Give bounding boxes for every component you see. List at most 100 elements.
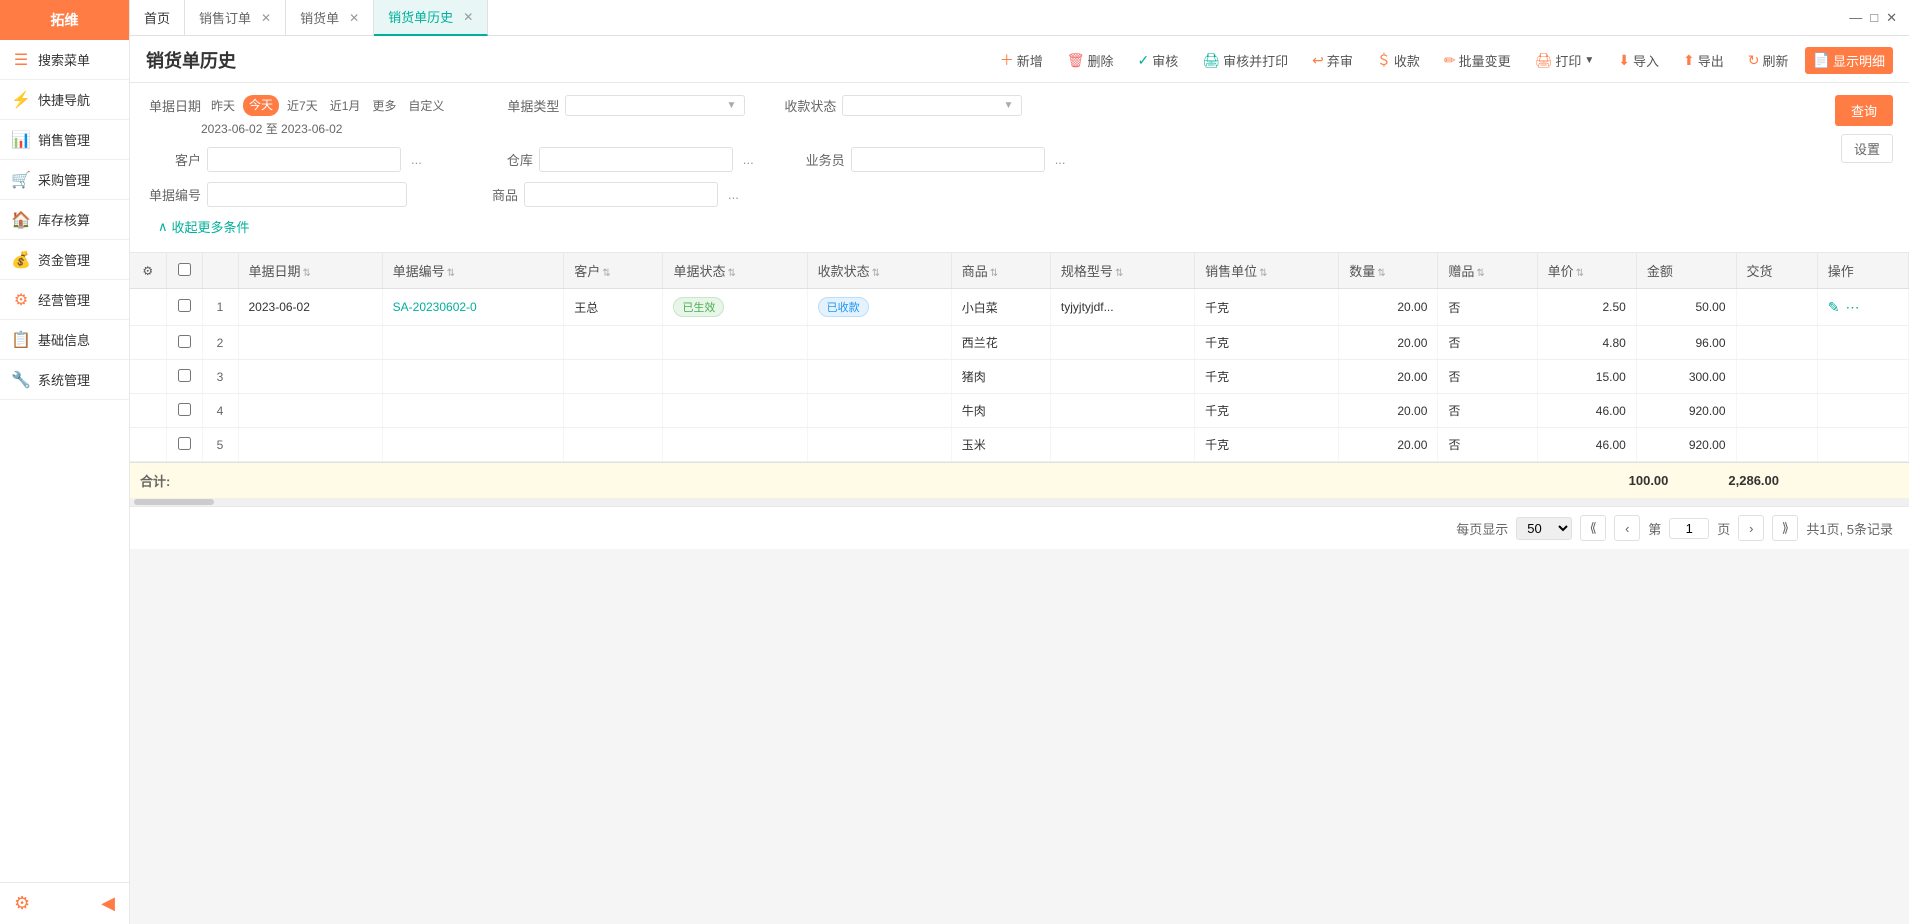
tab-sales-delivery-close[interactable]: ✕ [349,11,359,25]
warehouse-dots[interactable]: ... [743,152,754,167]
show-detail-button[interactable]: 📄 显示明细 [1805,47,1893,74]
goods-dots[interactable]: ... [728,187,739,202]
date-opt-custom[interactable]: 自定义 [404,95,448,116]
row-checkbox-4[interactable] [166,428,202,462]
sidebar-item-quick-nav[interactable]: ⚡ 快捷导航 [0,80,129,120]
new-button[interactable]: ＋ 新增 [992,46,1051,74]
row-action-4 [1817,428,1908,462]
col-gift[interactable]: 赠品⇅ [1438,253,1537,289]
filter-settings-button[interactable]: 设置 [1841,134,1893,163]
doc-no-input[interactable] [207,182,407,207]
col-docstatus[interactable]: 单据状态⇅ [663,253,807,289]
warehouse-input[interactable] [539,147,733,172]
col-goods[interactable]: 商品⇅ [951,253,1050,289]
date-opt-more[interactable]: 更多 [368,95,400,116]
sidebar-item-basic-info[interactable]: 📋 基础信息 [0,320,129,360]
row-docno-2[interactable] [382,360,564,394]
window-close-btn[interactable]: ✕ [1886,10,1897,26]
next-page-btn[interactable]: › [1738,515,1764,541]
sidebar-settings-icon[interactable]: ⚙ [14,893,30,914]
col-unit[interactable]: 销售单位⇅ [1195,253,1339,289]
query-button[interactable]: 查询 [1835,95,1893,126]
audit-print-label: 审核并打印 [1223,51,1288,70]
collect-button[interactable]: ＄ 收款 [1369,46,1428,74]
refresh-button[interactable]: ↻ 刷新 [1740,47,1797,74]
customer-input[interactable] [207,147,401,172]
col-gear[interactable]: ⚙ [130,253,166,289]
col-customer[interactable]: 客户⇅ [564,253,663,289]
row-customer-4 [564,428,663,462]
sidebar-item-sales-mgmt[interactable]: 📊 销售管理 [0,120,129,160]
col-date[interactable]: 单据日期⇅ [238,253,382,289]
sidebar-item-operation-mgmt[interactable]: ⚙ 经营管理 [0,280,129,320]
audit-button[interactable]: ✓ 审核 [1130,47,1187,74]
scroll-thumb[interactable] [134,499,214,505]
row-checkbox-2[interactable] [166,360,202,394]
row-num-3: 4 [202,394,238,428]
tab-sales-order[interactable]: 销售订单 ✕ [185,0,286,36]
tab-sales-order-close[interactable]: ✕ [261,11,271,25]
row-docno-4[interactable] [382,428,564,462]
tabs-bar: 首页 销售订单 ✕ 销货单 ✕ 销货单历史 ✕ — □ ✕ [130,0,1909,36]
filter-section: 单据日期 昨天 今天 近7天 近1月 更多 自定义 [130,83,1909,253]
window-maximize-btn[interactable]: □ [1870,10,1878,25]
row-docno-0[interactable]: SA-20230602-0 [382,289,564,326]
goods-input[interactable] [524,182,718,207]
row-customer-3 [564,394,663,428]
tab-sales-history-close[interactable]: ✕ [463,10,473,24]
audit-print-button[interactable]: 🖨 审核并打印 [1194,47,1296,74]
select-all-checkbox[interactable] [178,263,191,276]
current-page-input[interactable] [1669,518,1709,539]
pay-status-select-wrapper[interactable]: ▼ [842,95,1022,116]
edit-icon[interactable]: ✎ [1828,299,1840,316]
import-button[interactable]: ⬇ 导入 [1610,47,1667,74]
row-unit-0: 千克 [1195,289,1339,326]
col-paystatus[interactable]: 收款状态⇅ [807,253,951,289]
date-opt-last7[interactable]: 近7天 [283,95,322,116]
row-checkbox-1[interactable] [166,326,202,360]
window-minimize-btn[interactable]: — [1849,10,1862,25]
col-docno[interactable]: 单据编号⇅ [382,253,564,289]
tab-sales-delivery[interactable]: 销货单 ✕ [286,0,374,36]
more-icon[interactable]: ⋯ [1846,299,1860,316]
col-qty[interactable]: 数量⇅ [1339,253,1438,289]
horizontal-scrollbar[interactable] [130,498,1909,506]
doc-type-select-wrapper[interactable]: ▼ [565,95,745,116]
collapse-filter-btn[interactable]: ∧ 收起更多条件 [146,213,1893,240]
prev-page-btn[interactable]: ‹ [1614,515,1640,541]
date-opt-last1month[interactable]: 近1月 [326,95,365,116]
table-section: ⚙ 单据日期⇅ 单据编号⇅ 客户⇅ 单据状态⇅ 收款状态⇅ 商品⇅ 规格型号⇅ … [130,253,1909,549]
sidebar-item-search-menu[interactable]: ☰ 搜索菜单 [0,40,129,80]
col-checkbox[interactable] [166,253,202,289]
sidebar-item-purchase-mgmt[interactable]: 🛒 采购管理 [0,160,129,200]
first-page-btn[interactable]: ⟪ [1580,515,1606,541]
sidebar-item-finance-mgmt[interactable]: 💰 资金管理 [0,240,129,280]
print-button[interactable]: 🖨 打印 ▼ [1527,47,1603,74]
last-page-btn[interactable]: ⟫ [1772,515,1798,541]
salesperson-input[interactable] [851,147,1045,172]
batch-change-button[interactable]: ✏ 批量变更 [1436,47,1519,74]
row-docno-3[interactable] [382,394,564,428]
per-page-select[interactable]: 50 10 20 100 [1516,517,1572,540]
delete-button[interactable]: 🗑 删除 [1059,47,1122,74]
row-docno-1[interactable] [382,326,564,360]
salesperson-dots[interactable]: ... [1055,152,1066,167]
tab-home[interactable]: 首页 [130,0,185,36]
row-qty-0: 20.00 [1339,289,1438,326]
row-paystatus-1 [807,326,951,360]
col-price[interactable]: 单价⇅ [1537,253,1636,289]
date-opt-today[interactable]: 今天 [243,95,279,116]
col-spec[interactable]: 规格型号⇅ [1050,253,1194,289]
sidebar-item-inventory[interactable]: 🏠 库存核算 [0,200,129,240]
tab-sales-history[interactable]: 销货单历史 ✕ [374,0,488,36]
col-paystatus-label: 收款状态 [818,264,870,279]
date-opt-yesterday[interactable]: 昨天 [207,95,239,116]
row-price-1: 4.80 [1537,326,1636,360]
row-checkbox-3[interactable] [166,394,202,428]
abandon-button[interactable]: ↩ 弃审 [1304,47,1361,74]
export-button[interactable]: ⬆ 导出 [1675,47,1732,74]
customer-dots[interactable]: ... [411,152,422,167]
sidebar-collapse-icon[interactable]: ◀ [101,893,115,914]
row-checkbox-0[interactable] [166,289,202,326]
sidebar-item-system-mgmt[interactable]: 🔧 系统管理 [0,360,129,400]
